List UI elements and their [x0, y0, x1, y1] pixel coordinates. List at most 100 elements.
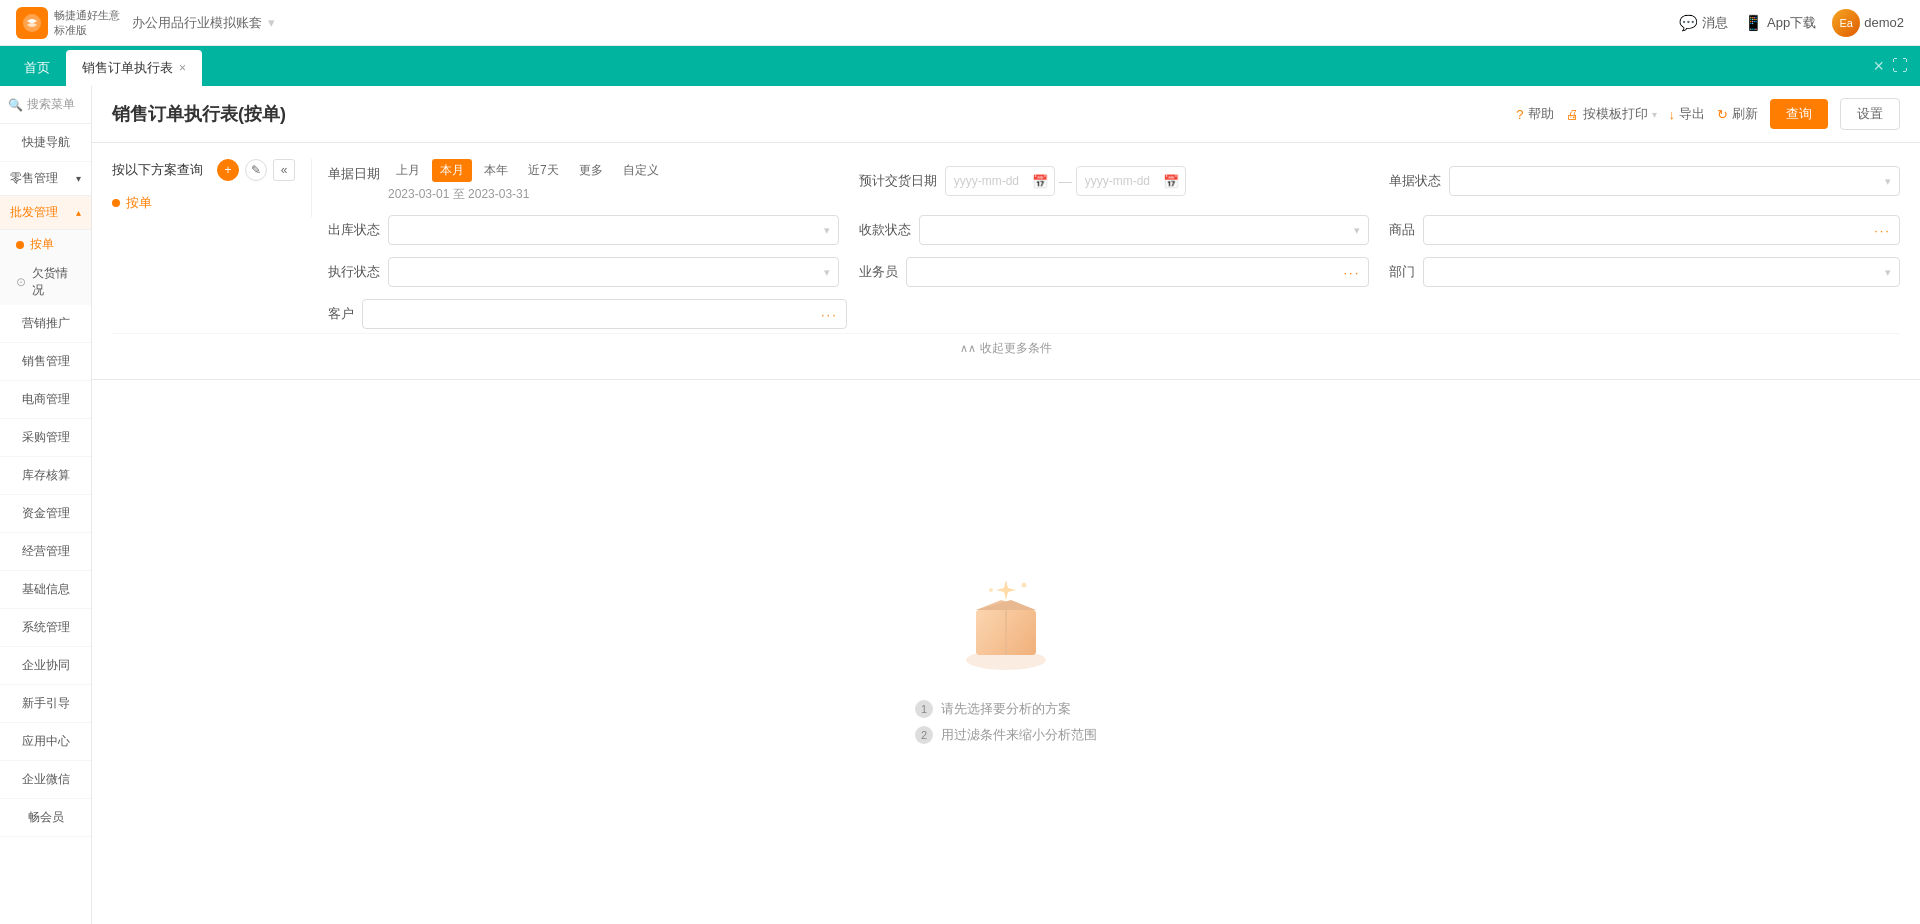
- bill-status-label: 单据状态: [1389, 172, 1441, 190]
- page-title: 销售订单执行表(按单): [112, 102, 286, 126]
- sidebar-sub-item-shortage[interactable]: ⊙ 欠货情况: [0, 259, 91, 305]
- expected-date-inputs: yyyy-mm-dd 📅 — yyyy-mm-dd 📅: [945, 166, 1370, 196]
- tab-home[interactable]: 首页: [8, 50, 66, 86]
- sidebar-item-wholesale[interactable]: 批发管理 ▴: [0, 196, 91, 230]
- top-nav: 畅捷通好生意 标准版 办公用品行业模拟账套 ▾ 💬 消息 📱 App下载 Ea …: [0, 0, 1920, 46]
- wholesale-arrow-icon: ▴: [76, 207, 81, 218]
- sidebar-sub-item-by-order[interactable]: 按单: [0, 230, 91, 259]
- customer-input[interactable]: ···: [362, 299, 847, 329]
- date-tab-7days[interactable]: 近7天: [520, 159, 567, 182]
- download-icon: 📱: [1744, 14, 1763, 32]
- collapse-button[interactable]: ∧∧ 收起更多条件: [112, 333, 1900, 363]
- date-tab-more[interactable]: 更多: [571, 159, 611, 182]
- empty-state: 1 请先选择要分析的方案 2 用过滤条件来缩小分析范围: [92, 380, 1920, 924]
- print-icon: 🖨: [1566, 107, 1579, 122]
- sidebar-item-retail[interactable]: 零售管理 ▾: [0, 162, 91, 196]
- outbound-label: 出库状态: [328, 221, 380, 239]
- sidebar-search[interactable]: 🔍 搜索菜单: [0, 86, 91, 124]
- sidebar: 🔍 搜索菜单 快捷导航 零售管理 ▾ 批发管理 ▴ 按单 ⊙ 欠货情况 营销推广…: [0, 86, 92, 924]
- dept-select[interactable]: [1423, 257, 1900, 287]
- sidebar-item-weixin[interactable]: 企业微信: [0, 761, 91, 799]
- query-button[interactable]: 查询: [1770, 99, 1828, 129]
- goods-input[interactable]: ···: [1423, 215, 1900, 245]
- outbound-status-field: 出库状态: [328, 215, 839, 245]
- sidebar-item-finance[interactable]: 资金管理: [0, 495, 91, 533]
- salesman-input[interactable]: ···: [906, 257, 1370, 287]
- date-tab-custom[interactable]: 自定义: [615, 159, 667, 182]
- execute-status-field: 执行状态: [328, 257, 839, 287]
- help-icon: ?: [1516, 107, 1523, 122]
- scheme-collapse-button[interactable]: «: [273, 159, 295, 181]
- filter-row-2: 出库状态 收款状态 商品 ···: [328, 215, 1900, 245]
- breadcrumb-area[interactable]: 办公用品行业模拟账套 ▾: [132, 14, 275, 32]
- logo-area: 畅捷通好生意 标准版: [16, 7, 120, 39]
- sidebar-item-operations[interactable]: 经营管理: [0, 533, 91, 571]
- main-layout: 🔍 搜索菜单 快捷导航 零售管理 ▾ 批发管理 ▴ 按单 ⊙ 欠货情况 营销推广…: [0, 86, 1920, 924]
- sidebar-item-basic[interactable]: 基础信息: [0, 571, 91, 609]
- bill-status-field: 单据状态: [1389, 159, 1900, 203]
- content-area: 销售订单执行表(按单) ? 帮助 🖨 按模板打印 ▾ ↓ 导出 ↻ 刷新: [92, 86, 1920, 924]
- sidebar-item-ecommerce[interactable]: 电商管理: [0, 381, 91, 419]
- expected-date-to-input[interactable]: yyyy-mm-dd 📅: [1076, 166, 1186, 196]
- breadcrumb-arrow-icon: ▾: [268, 15, 275, 30]
- date-range-display: 2023-03-01 至 2023-03-31: [388, 186, 667, 203]
- receipt-status-select[interactable]: [919, 215, 1370, 245]
- sidebar-item-guide[interactable]: 新手引导: [0, 685, 91, 723]
- receipt-label: 收款状态: [859, 221, 911, 239]
- expected-date-from-input[interactable]: yyyy-mm-dd 📅: [945, 166, 1055, 196]
- sidebar-item-marketing[interactable]: 营销推广: [0, 305, 91, 343]
- search-icon: 🔍: [8, 98, 23, 112]
- logo-icon: [16, 7, 48, 39]
- execute-status-select[interactable]: [388, 257, 839, 287]
- date-range-tabs: 上月 本月 本年 近7天 更多 自定义: [388, 159, 667, 182]
- user-menu-button[interactable]: Ea demo2: [1832, 9, 1904, 37]
- tab-maximize-icon[interactable]: ⛶: [1892, 58, 1908, 74]
- date-tab-last-month[interactable]: 上月: [388, 159, 428, 182]
- date-tab-this-year[interactable]: 本年: [476, 159, 516, 182]
- sidebar-item-inventory[interactable]: 库存核算: [0, 457, 91, 495]
- sidebar-item-purchase[interactable]: 采购管理: [0, 419, 91, 457]
- plus-icon: +: [224, 163, 231, 177]
- print-button[interactable]: 🖨 按模板打印 ▾: [1566, 105, 1657, 123]
- edit-icon: ✎: [251, 163, 261, 177]
- date-field-group: 单据日期 上月 本月 本年 近7天 更多 自定义 20: [328, 159, 839, 203]
- empty-illustration: [946, 560, 1066, 680]
- collapse-up-icon: ∧∧: [960, 342, 976, 355]
- refresh-button[interactable]: ↻ 刷新: [1717, 105, 1758, 123]
- customer-label: 客户: [328, 305, 354, 323]
- app-download-button[interactable]: 📱 App下载: [1744, 14, 1816, 32]
- sidebar-item-quick-nav[interactable]: 快捷导航: [0, 124, 91, 162]
- scheme-list-item[interactable]: 按单: [112, 189, 295, 217]
- outbound-status-select[interactable]: [388, 215, 839, 245]
- salesman-dots-icon: ···: [1343, 265, 1360, 280]
- dept-field: 部门: [1389, 257, 1900, 287]
- sidebar-item-cooperation[interactable]: 企业协同: [0, 647, 91, 685]
- bill-status-select[interactable]: [1449, 166, 1900, 196]
- help-button[interactable]: ? 帮助: [1516, 105, 1553, 123]
- scheme-add-button[interactable]: +: [217, 159, 239, 181]
- date-label: 单据日期: [328, 159, 380, 183]
- settings-button[interactable]: 设置: [1840, 98, 1900, 130]
- scheme-actions: + ✎ «: [217, 159, 295, 181]
- sidebar-item-system[interactable]: 系统管理: [0, 609, 91, 647]
- customer-dots-icon: ···: [821, 307, 838, 322]
- logo-text: 畅捷通好生意 标准版: [54, 8, 120, 37]
- date-tab-this-month[interactable]: 本月: [432, 159, 472, 182]
- sidebar-item-appstore[interactable]: 应用中心: [0, 723, 91, 761]
- filter-row-3: 执行状态 业务员 ··· 部门: [328, 257, 1900, 287]
- collapse-arrow-icon: «: [281, 163, 288, 177]
- export-button[interactable]: ↓ 导出: [1669, 105, 1706, 123]
- goods-label: 商品: [1389, 221, 1415, 239]
- tab-close-icon[interactable]: ×: [179, 61, 186, 75]
- tab-minimize-icon[interactable]: ×: [1873, 57, 1884, 75]
- top-nav-left: 畅捷通好生意 标准版 办公用品行业模拟账套 ▾: [16, 7, 275, 39]
- calendar-from-icon: 📅: [1032, 174, 1048, 189]
- svg-point-6: [1022, 583, 1027, 588]
- tab-active[interactable]: 销售订单执行表 ×: [66, 50, 202, 86]
- sidebar-item-sales[interactable]: 销售管理: [0, 343, 91, 381]
- scheme-edit-button[interactable]: ✎: [245, 159, 267, 181]
- scheme-panel: 按以下方案查询 + ✎ «: [112, 159, 312, 217]
- message-button[interactable]: 💬 消息: [1679, 14, 1728, 32]
- filter-row-4: 客户 ···: [328, 299, 847, 329]
- sidebar-item-member[interactable]: 畅会员: [0, 799, 91, 837]
